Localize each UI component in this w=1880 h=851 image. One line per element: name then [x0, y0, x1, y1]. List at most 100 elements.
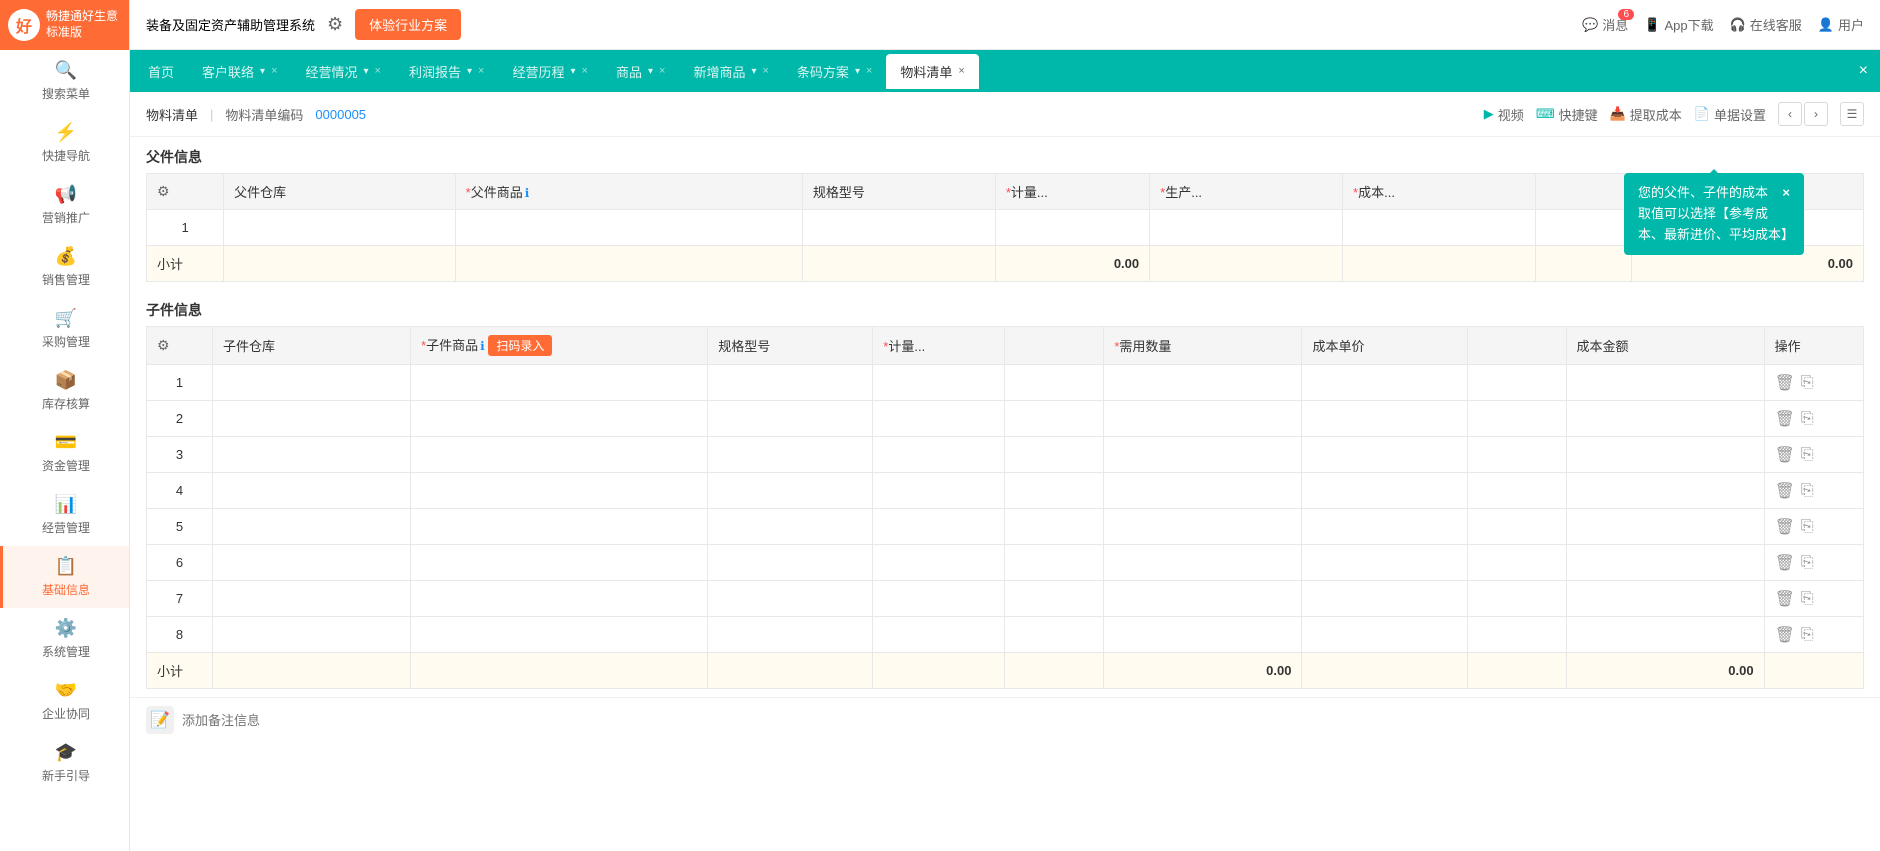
child-product-2[interactable] [411, 401, 708, 437]
tab-close-icon[interactable]: × [582, 65, 588, 77]
tab-barcode[interactable]: 条码方案 ▾ × [783, 54, 886, 89]
tab-new-product[interactable]: 新增商品 ▾ × [679, 54, 782, 89]
sidebar-item-marketing[interactable]: 📢 营销推广 [0, 174, 129, 236]
tab-profit[interactable]: 利润报告 ▾ × [395, 54, 498, 89]
tab-close-icon[interactable]: × [375, 65, 381, 77]
child-spec-3[interactable] [708, 437, 873, 473]
child-price-6[interactable] [1302, 545, 1467, 581]
parent-cost-cell[interactable] [1343, 210, 1536, 246]
child-price-4[interactable] [1302, 473, 1467, 509]
child-qty-6[interactable] [1104, 545, 1302, 581]
tab-bom[interactable]: 物料清单 × [886, 54, 978, 89]
child-price-5[interactable] [1302, 509, 1467, 545]
settings-icon[interactable]: ⚙ [327, 14, 343, 35]
tab-close-icon[interactable]: × [271, 65, 277, 77]
tab-customer[interactable]: 客户联络 ▾ × [188, 54, 291, 89]
copy-icon-6[interactable]: ⎘ [1801, 554, 1814, 572]
child-product-3[interactable] [411, 437, 708, 473]
copy-icon-8[interactable]: ⎘ [1801, 626, 1814, 644]
child-qty-5[interactable] [1104, 509, 1302, 545]
sidebar-item-purchase[interactable]: 🛒 采购管理 [0, 298, 129, 360]
menu-button[interactable]: ☰ [1840, 102, 1864, 126]
child-warehouse-3[interactable] [213, 437, 411, 473]
child-settings-icon[interactable]: ⚙ [157, 337, 170, 353]
copy-icon-2[interactable]: ⎘ [1801, 410, 1814, 428]
child-product-4[interactable] [411, 473, 708, 509]
copy-icon-7[interactable]: ⎘ [1801, 590, 1814, 608]
child-unit-3[interactable] [873, 437, 1005, 473]
scan-button[interactable]: 扫码录入 [488, 335, 552, 356]
tab-close-icon[interactable]: × [958, 65, 964, 77]
video-button[interactable]: ▶ 视频 [1484, 105, 1524, 124]
app-download-button[interactable]: 📱 App下载 [1644, 15, 1713, 34]
next-page-button[interactable]: › [1804, 102, 1828, 126]
breadcrumb-bom[interactable]: 物料清单 [146, 105, 198, 124]
copy-icon-1[interactable]: ⎘ [1801, 374, 1814, 392]
delete-icon-5[interactable]: 🗑 [1775, 517, 1795, 537]
tab-operations[interactable]: 经营情况 ▾ × [292, 54, 395, 89]
tooltip-close-button[interactable]: × [1782, 183, 1790, 204]
child-qty-2[interactable] [1104, 401, 1302, 437]
sidebar-item-guide[interactable]: 🎓 新手引导 [0, 732, 129, 794]
parent-product-cell[interactable] [455, 210, 802, 246]
child-spec-2[interactable] [708, 401, 873, 437]
child-product-6[interactable] [411, 545, 708, 581]
parent-unit-cell[interactable] [995, 210, 1149, 246]
child-price-7[interactable] [1302, 581, 1467, 617]
child-product-1[interactable] [411, 365, 708, 401]
child-warehouse-7[interactable] [213, 581, 411, 617]
sidebar-item-enterprise[interactable]: 🤝 企业协同 [0, 670, 129, 732]
copy-icon-4[interactable]: ⎘ [1801, 482, 1814, 500]
child-warehouse-4[interactable] [213, 473, 411, 509]
child-unit-4[interactable] [873, 473, 1005, 509]
sidebar-item-sales[interactable]: 💰 销售管理 [0, 236, 129, 298]
parent-warehouse-cell[interactable] [224, 210, 456, 246]
single-settings-button[interactable]: 📄 单据设置 [1694, 105, 1766, 124]
delete-icon-7[interactable]: 🗑 [1775, 589, 1795, 609]
sidebar-item-quick-nav[interactable]: ⚡ 快捷导航 [0, 112, 129, 174]
delete-icon-3[interactable]: 🗑 [1775, 445, 1795, 465]
parent-product-info-icon[interactable]: ℹ [525, 186, 530, 200]
child-spec-7[interactable] [708, 581, 873, 617]
child-warehouse-2[interactable] [213, 401, 411, 437]
child-unit-8[interactable] [873, 617, 1005, 653]
child-price-3[interactable] [1302, 437, 1467, 473]
parent-prod-cell[interactable] [1150, 210, 1343, 246]
child-product-8[interactable] [411, 617, 708, 653]
child-spec-8[interactable] [708, 617, 873, 653]
child-spec-5[interactable] [708, 509, 873, 545]
sidebar-item-basic-info[interactable]: 📋 基础信息 [0, 546, 129, 608]
child-qty-8[interactable] [1104, 617, 1302, 653]
sidebar-item-operations[interactable]: 📊 经营管理 [0, 484, 129, 546]
tab-home[interactable]: 首页 [134, 54, 188, 89]
tab-close-icon[interactable]: × [478, 65, 484, 77]
sidebar-item-finance[interactable]: 💳 资金管理 [0, 422, 129, 484]
child-qty-4[interactable] [1104, 473, 1302, 509]
message-button[interactable]: 💬 6 消息 [1582, 15, 1628, 34]
child-qty-7[interactable] [1104, 581, 1302, 617]
tab-close-icon[interactable]: × [866, 65, 872, 77]
child-product-5[interactable] [411, 509, 708, 545]
parent-spec-cell[interactable] [802, 210, 995, 246]
child-spec-1[interactable] [708, 365, 873, 401]
child-unit-6[interactable] [873, 545, 1005, 581]
child-warehouse-5[interactable] [213, 509, 411, 545]
copy-icon-5[interactable]: ⎘ [1801, 518, 1814, 536]
child-unit-1[interactable] [873, 365, 1005, 401]
experience-button[interactable]: 体验行业方案 [355, 9, 461, 40]
sidebar-item-search[interactable]: 🔍 搜索菜单 [0, 50, 129, 112]
copy-icon-3[interactable]: ⎘ [1801, 446, 1814, 464]
child-unit-7[interactable] [873, 581, 1005, 617]
online-service-button[interactable]: 🎧 在线客服 [1730, 15, 1802, 34]
child-unit-2[interactable] [873, 401, 1005, 437]
child-unit-5[interactable] [873, 509, 1005, 545]
delete-icon-2[interactable]: 🗑 [1775, 409, 1795, 429]
delete-icon-6[interactable]: 🗑 [1775, 553, 1795, 573]
child-price-1[interactable] [1302, 365, 1467, 401]
child-qty-3[interactable] [1104, 437, 1302, 473]
extract-cost-button[interactable]: 📥 提取成本 [1610, 105, 1682, 124]
prev-page-button[interactable]: ‹ [1778, 102, 1802, 126]
user-button[interactable]: 👤 用户 [1818, 15, 1864, 34]
tab-close-icon[interactable]: × [762, 65, 768, 77]
child-product-info-icon[interactable]: ℹ [480, 339, 485, 353]
